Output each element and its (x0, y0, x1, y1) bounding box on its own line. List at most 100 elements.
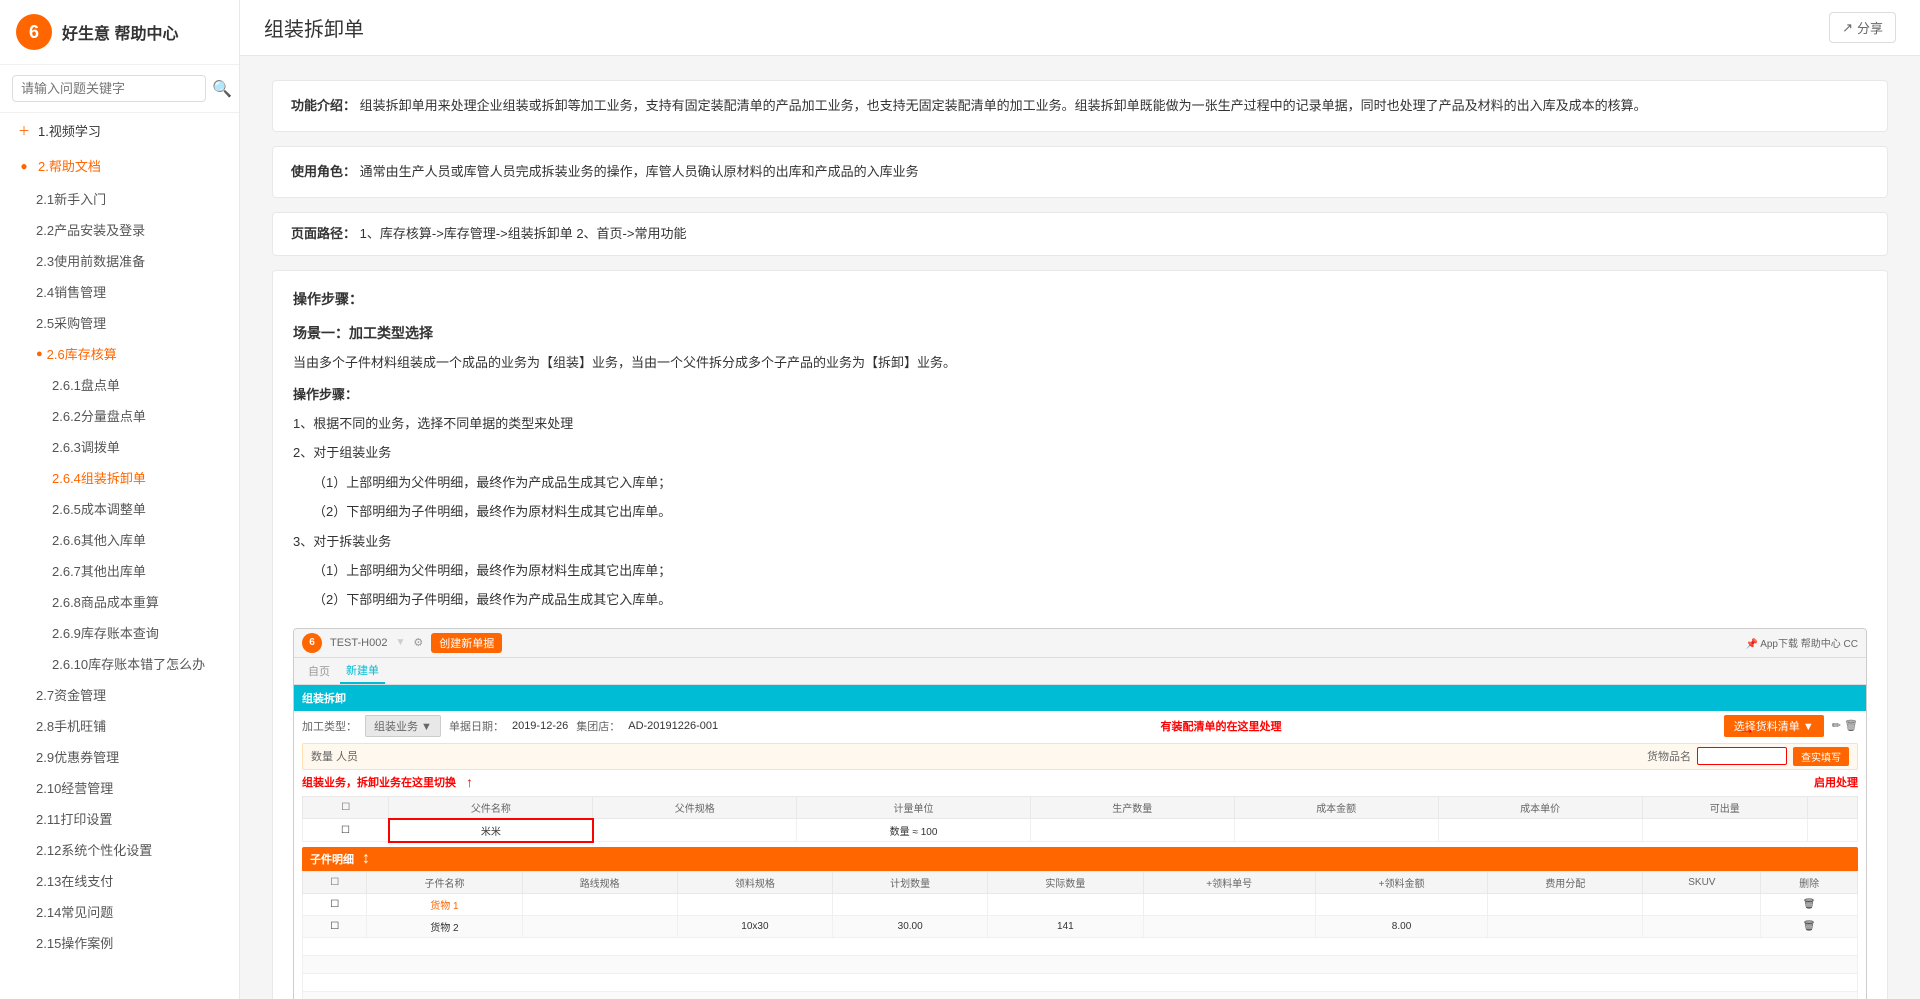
logo-icon: 6 (16, 14, 52, 50)
share-button[interactable]: ↗ 分享 (1829, 12, 1896, 43)
mock-icon-gear: ⚙ (413, 636, 423, 649)
mock-arrow1: → (1738, 718, 1756, 739)
sidebar-item-2-11[interactable]: 2.11打印设置 (0, 803, 239, 834)
mock-bottom-label: 子件明细 (310, 851, 354, 867)
sidebar-item-2-4[interactable]: 2.4销售管理 (0, 276, 239, 307)
mock-create-btn[interactable]: 创建新单据 (431, 633, 502, 653)
minus-icon: ● (16, 158, 32, 174)
mock-bcol-actual: 实际数量 (988, 871, 1143, 893)
mock-qty-label: 数量 人员 (311, 748, 358, 764)
sidebar-item-2-6-7[interactable]: 2.6.7其他出库单 (0, 555, 239, 586)
mock-navbar: 自页 新建单 (294, 658, 1866, 685)
sidebar-item-2-6-4-current[interactable]: 2.6.4组装拆卸单 (0, 462, 239, 493)
mock-form-row1: 加工类型： 组装业务 ▼ 单据日期： 2019-12-26 集团店： AD-20… (294, 711, 1866, 741)
sidebar-item-2-10[interactable]: 2.10经营管理 (0, 772, 239, 803)
scene1-desc: 当由多个子件材料组装成一个成品的业务为【组装】业务，当由一个父件拆分成多个子产品… (293, 351, 1867, 374)
content-area: 功能介绍： 组装拆卸单用来处理企业组装或拆卸等加工业务，支持有固定装配清单的产品… (240, 56, 1920, 999)
sidebar-item-2-7[interactable]: 2.7资金管理 (0, 679, 239, 710)
mock-cell-unit: 数量 ≈ 100 (797, 819, 1031, 842)
mock-bcell-1-check: ☐ (303, 893, 367, 915)
mock-cell-avail (1642, 819, 1807, 842)
sidebar-item-2-9[interactable]: 2.9优惠券管理 (0, 741, 239, 772)
sidebar-item-2-6-6[interactable]: 2.6.6其他入库单 (0, 524, 239, 555)
sidebar-item-2-6-3[interactable]: 2.6.3调拨单 (0, 431, 239, 462)
mock-dropdown-icon: ▼ (395, 637, 405, 648)
mock-assembly-label: 集团店： (576, 718, 620, 734)
mock-bcell-2-la: 8.00 (1315, 915, 1487, 937)
mock-date-val: 2019-12-26 (512, 720, 568, 732)
mock-nav-home[interactable]: 自页 (302, 659, 336, 683)
mock-bcell-1-name: 货物 1 (367, 893, 522, 915)
mock-bcol-alloc: 费用分配 (1488, 871, 1643, 893)
mock-brow-3 (303, 937, 1858, 955)
submenu-minus-icon: ● (36, 348, 43, 360)
path-text: 1、库存核算->库存管理->组装拆卸单 2、首页->常用功能 (360, 226, 687, 241)
mock-bcell-1-a (988, 893, 1143, 915)
mock-bottom-expand[interactable]: ↕ (362, 850, 370, 868)
mock-bcell-1-ln (1143, 893, 1315, 915)
sidebar-item-2-12[interactable]: 2.12系统个性化设置 (0, 834, 239, 865)
mock-bcol-del: 删除 (1761, 871, 1858, 893)
nav-section: ＋ 1.视频学习 ● 2.帮助文档 2.1新手入门 2.2产品安装及登录 2.3… (0, 113, 239, 958)
sidebar-item-2-6-10[interactable]: 2.6.10库存账本错了怎么办 (0, 648, 239, 679)
scene1-title: 场景一：加工类型选择 (293, 323, 1867, 343)
feature-intro-label: 功能介绍： (291, 98, 356, 113)
mock-bcell-2-d: 🗑 (1761, 915, 1858, 937)
mock-bcell-1-r (522, 893, 677, 915)
mock-bcol-rspec: 路线规格 (522, 871, 677, 893)
mock-bcol-name: 子件名称 (367, 871, 522, 893)
sidebar: 6 好生意 帮助中心 🔍 ＋ 1.视频学习 ● 2.帮助文档 2.1新手入门 2… (0, 0, 240, 999)
sidebar-item-1[interactable]: ＋ 1.视频学习 (0, 113, 239, 148)
sidebar-item-2-6-9[interactable]: 2.6.9库存账本查询 (0, 617, 239, 648)
sidebar-item-2-3[interactable]: 2.3使用前数据准备 (0, 245, 239, 276)
mock-bcol-plan: 计划数量 (833, 871, 988, 893)
sidebar-item-2-1[interactable]: 2.1新手入门 (0, 183, 239, 214)
mock-bcell-1-d: 🗑 (1761, 893, 1858, 915)
mock-bcell-2-s (1643, 915, 1761, 937)
sidebar-item-2-6-8[interactable]: 2.6.8商品成本重算 (0, 586, 239, 617)
mock-bcol-lnum: +领料单号 (1143, 871, 1315, 893)
mock-annotation2: 组装业务，拆卸业务在这里切换 (302, 774, 456, 790)
mock-search-input[interactable] (1697, 747, 1787, 765)
sidebar-item-2-14[interactable]: 2.14常见问题 (0, 896, 239, 927)
sidebar-item-2[interactable]: ● 2.帮助文档 (0, 148, 239, 183)
sidebar-item-2-6-5[interactable]: 2.6.5成本调整单 (0, 493, 239, 524)
mock-bcell-2-f (1488, 915, 1643, 937)
role-block: 使用角色： 通常由生产人员或库管人员完成拆装业务的操作，库管人员确认原材料的出库… (272, 146, 1888, 198)
mock-search-btn[interactable]: 查实填写 (1793, 747, 1849, 766)
sidebar-item-2-8[interactable]: 2.8手机旺铺 (0, 710, 239, 741)
mock-cell-name: 米米 (389, 819, 593, 842)
mock-bcol-lamt: +领料金额 (1315, 871, 1487, 893)
search-button[interactable]: 🔍 (212, 79, 232, 99)
sidebar-item-2-6-2[interactable]: 2.6.2分量盘点单 (0, 400, 239, 431)
mock-titlebar: 6 TEST-H002 ▼ ⚙ 创建新单据 📌 App下载 帮助中心 CC (294, 629, 1866, 658)
mock-bcell-2-p: 30.00 (833, 915, 988, 937)
mock-bottom-table: ☐ 子件名称 路线规格 领料规格 计划数量 实际数量 +领料单号 +领料金额 费… (302, 871, 1858, 999)
sidebar-item-2-6[interactable]: ● 2.6库存核算 (0, 338, 239, 369)
mock-nav-active[interactable]: 新建单 (340, 658, 385, 684)
mock-search-area: 货物品名 查实填写 (1647, 747, 1849, 766)
screenshot-block: 6 TEST-H002 ▼ ⚙ 创建新单据 📌 App下载 帮助中心 CC 自页… (293, 628, 1867, 999)
search-input[interactable] (12, 75, 206, 102)
sidebar-item-2-6-1[interactable]: 2.6.1盘点单 (0, 369, 239, 400)
logo-area: 6 好生意 帮助中心 (0, 0, 239, 65)
mock-col-sales-qty: 计量单位 (797, 796, 1031, 819)
mock-cell-cprice (1438, 819, 1642, 842)
sidebar-item-2-13[interactable]: 2.13在线支付 (0, 865, 239, 896)
sidebar-item-2-15[interactable]: 2.15操作案例 (0, 927, 239, 958)
sidebar-item-2-5[interactable]: 2.5采购管理 (0, 307, 239, 338)
mock-bcell-2-r (522, 915, 677, 937)
step2-2: （2）下部明细为子件明细，最终作为原材料生成其它出库单。 (293, 500, 1867, 523)
page-title: 组装拆卸单 (264, 13, 364, 42)
mock-icons-right: 📌 App下载 帮助中心 CC (1746, 635, 1858, 650)
sidebar-item-2-2[interactable]: 2.2产品安装及登录 (0, 214, 239, 245)
mock-bcell-1-p (833, 893, 988, 915)
mock-type-select[interactable]: 组装业务 ▼ (365, 715, 441, 737)
search-area: 🔍 (0, 65, 239, 113)
main-header: 组装拆卸单 ↗ 分享 (240, 0, 1920, 56)
mock-bcol-check: ☐ (303, 871, 367, 893)
mock-brow-2: ☐ 货物 2 10x30 30.00 141 8.00 (303, 915, 1858, 937)
ops-block: 操作步骤： 场景一：加工类型选择 当由多个子件材料组装成一个成品的业务为【组装】… (272, 270, 1888, 999)
feature-intro-block: 功能介绍： 组装拆卸单用来处理企业组装或拆卸等加工业务，支持有固定装配清单的产品… (272, 80, 1888, 132)
path-label: 页面路径： (291, 226, 356, 241)
